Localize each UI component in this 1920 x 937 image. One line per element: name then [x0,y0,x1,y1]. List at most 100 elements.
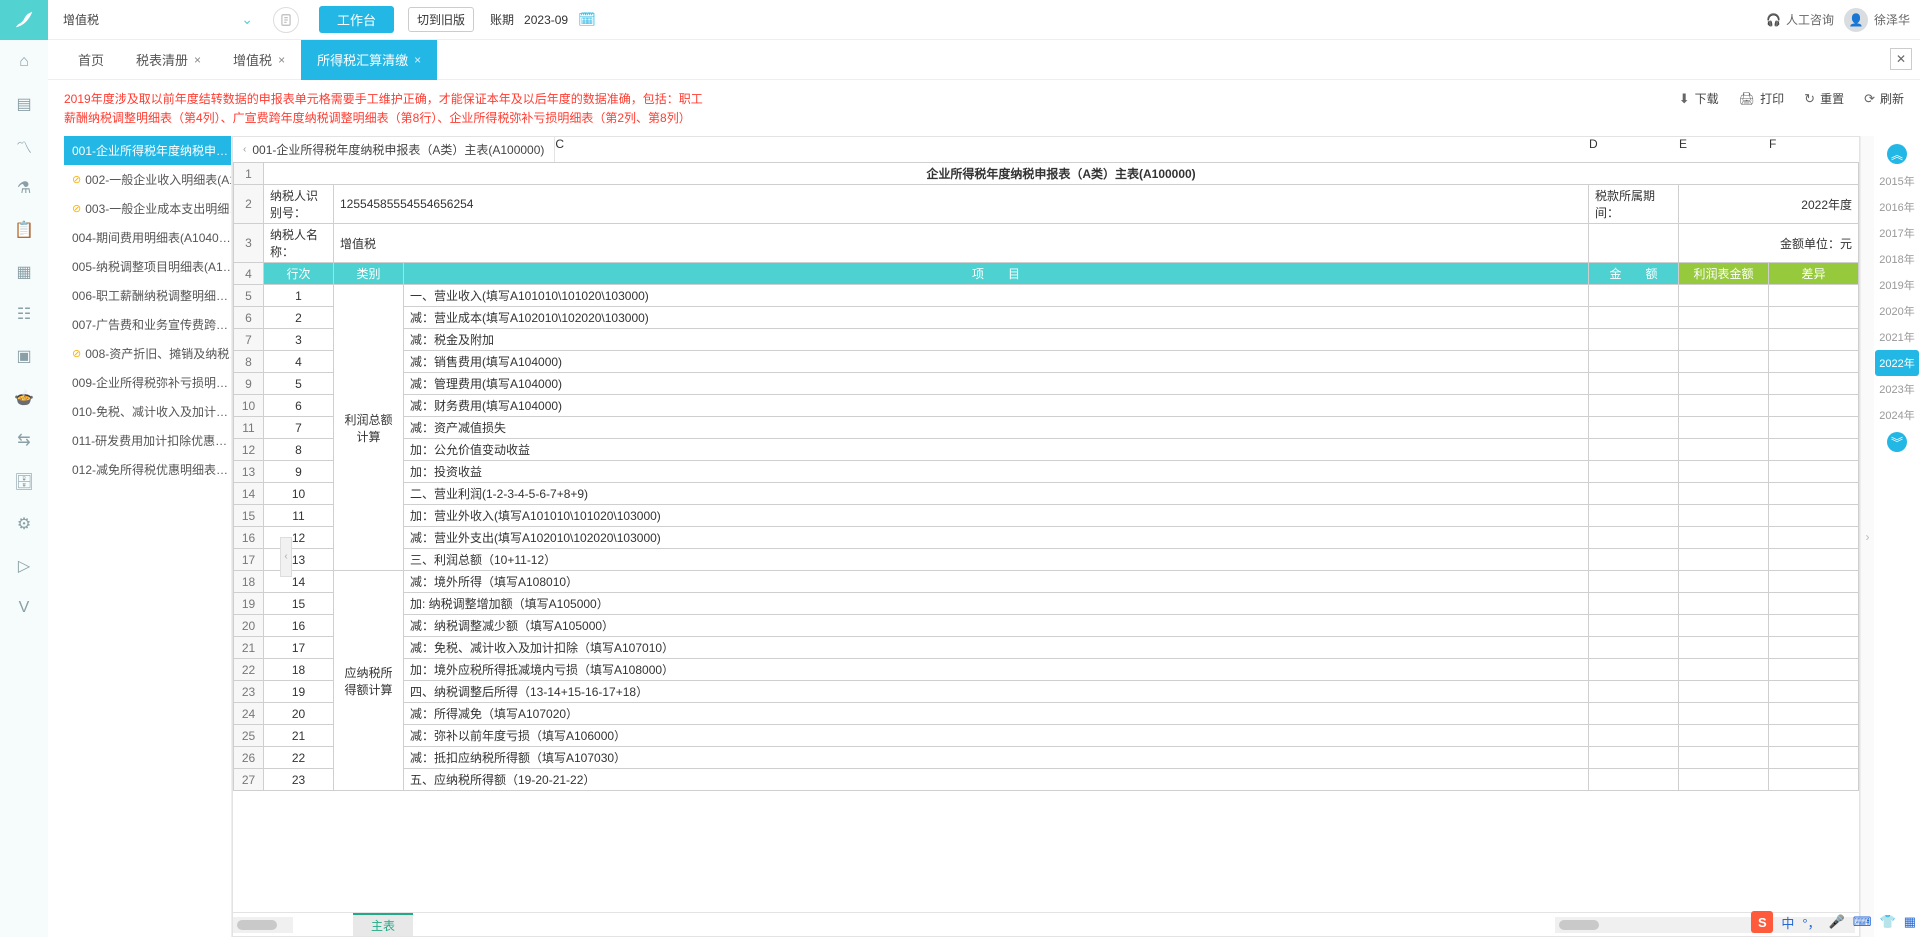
year-2015年[interactable]: 2015年 [1875,168,1918,194]
cell-diff[interactable] [1769,351,1859,373]
cell-pl-amount[interactable] [1679,373,1769,395]
cell-diff[interactable] [1769,395,1859,417]
nav-doc-icon[interactable]: ☷ [12,302,36,326]
year-2023年[interactable]: 2023年 [1875,376,1918,402]
cell-pl-amount[interactable] [1679,307,1769,329]
form-list-item-4[interactable]: 005-纳税调整项目明细表(A1… [64,252,231,281]
cell-pl-amount[interactable] [1679,439,1769,461]
cell-amount[interactable] [1589,681,1679,703]
cell-amount[interactable] [1589,703,1679,725]
cell-diff[interactable] [1769,703,1859,725]
sheet-right-collapse[interactable]: › [1860,136,1874,937]
year-2021年[interactable]: 2021年 [1875,324,1918,350]
tab-close-icon[interactable]: × [278,53,285,67]
ime-toolbox-icon[interactable]: ▦ [1904,914,1916,930]
cell-pl-amount[interactable] [1679,351,1769,373]
cell-pl-amount[interactable] [1679,483,1769,505]
cell-amount[interactable] [1589,461,1679,483]
form-list-item-11[interactable]: 012-减免所得税优惠明细表… [64,455,231,484]
cell-pl-amount[interactable] [1679,329,1769,351]
tab-0[interactable]: 首页 [62,40,120,80]
nav-grid-icon[interactable]: ▦ [12,260,36,284]
ime-logo-icon[interactable]: S [1751,911,1773,933]
entity-selector[interactable]: 增值税 ⌄ [63,11,253,28]
app-logo[interactable] [0,0,48,40]
cell-pl-amount[interactable] [1679,395,1769,417]
cell-pl-amount[interactable] [1679,549,1769,571]
cell-amount[interactable] [1589,307,1679,329]
cell-pl-amount[interactable] [1679,527,1769,549]
form-list-item-8[interactable]: 009-企业所得税弥补亏损明… [64,368,231,397]
ime-keyboard-icon[interactable]: ⌨ [1853,914,1872,930]
tab-2[interactable]: 增值税× [217,40,301,80]
cell-pl-amount[interactable] [1679,637,1769,659]
cell-diff[interactable] [1769,659,1859,681]
hscroll-left[interactable] [233,917,293,933]
cell-diff[interactable] [1769,549,1859,571]
form-list-collapse-button[interactable]: ‹ [280,537,292,577]
tab-1[interactable]: 税表清册× [120,40,217,80]
cell-pl-amount[interactable] [1679,769,1769,791]
nav-screen-icon[interactable]: ▣ [12,344,36,368]
cell-amount[interactable] [1589,725,1679,747]
cell-amount[interactable] [1589,747,1679,769]
cell-pl-amount[interactable] [1679,417,1769,439]
cell-pl-amount[interactable] [1679,461,1769,483]
cell-amount[interactable] [1589,417,1679,439]
consult-link[interactable]: 🎧 人工咨询 [1766,11,1834,28]
reset-button[interactable]: ↻重置 [1804,90,1844,107]
nav-soup-icon[interactable]: 🍲 [12,386,36,410]
cell-amount[interactable] [1589,483,1679,505]
workbench-button[interactable]: 工作台 [319,6,394,33]
sheet-path-tab[interactable]: 001-企业所得税年度纳税申报表（A类）主表(A100000) [252,141,544,158]
cell-diff[interactable] [1769,527,1859,549]
cell-amount[interactable] [1589,395,1679,417]
download-button[interactable]: ⬇下载 [1679,90,1719,107]
print-button[interactable]: 🖨打印 [1739,90,1785,107]
period-picker[interactable]: 账期 2023-09 🗓 [490,11,596,28]
switch-old-button[interactable]: 切到旧版 [408,7,474,32]
nav-drawer-icon[interactable]: 🗄 [12,470,36,494]
refresh-button[interactable]: ⟳刷新 [1864,90,1904,107]
cell-diff[interactable] [1769,329,1859,351]
nav-ledger-icon[interactable]: ▤ [12,92,36,116]
year-up-button[interactable]: ︽ [1887,144,1907,164]
tab-3[interactable]: 所得税汇算清缴× [301,40,437,80]
cell-pl-amount[interactable] [1679,505,1769,527]
cell-amount[interactable] [1589,637,1679,659]
nav-bag-icon[interactable]: ⚗ [12,176,36,200]
nav-chart-icon[interactable]: 〽 [12,134,36,158]
year-2017年[interactable]: 2017年 [1875,220,1918,246]
cell-pl-amount[interactable] [1679,725,1769,747]
cell-diff[interactable] [1769,505,1859,527]
cell-amount[interactable] [1589,373,1679,395]
cell-pl-amount[interactable] [1679,285,1769,307]
form-list-item-3[interactable]: 004-期间费用明细表(A1040… [64,223,231,252]
cell-diff[interactable] [1769,615,1859,637]
cell-amount[interactable] [1589,571,1679,593]
nav-clipboard-icon[interactable]: 📋 [12,218,36,242]
form-list-item-7[interactable]: ⊘008-资产折旧、摊销及纳税… [64,339,231,368]
cell-diff[interactable] [1769,637,1859,659]
ime-mic-icon[interactable]: 🎤 [1829,914,1845,930]
cell-amount[interactable] [1589,769,1679,791]
cell-amount[interactable] [1589,549,1679,571]
cell-amount[interactable] [1589,593,1679,615]
cell-diff[interactable] [1769,769,1859,791]
form-list-item-5[interactable]: 006-职工薪酬纳税调整明细… [64,281,231,310]
year-2020年[interactable]: 2020年 [1875,298,1918,324]
cell-amount[interactable] [1589,615,1679,637]
cell-pl-amount[interactable] [1679,747,1769,769]
tabs-close-all-button[interactable]: ✕ [1890,48,1912,70]
cell-amount[interactable] [1589,505,1679,527]
cell-pl-amount[interactable] [1679,681,1769,703]
cell-diff[interactable] [1769,747,1859,769]
cell-diff[interactable] [1769,307,1859,329]
cell-diff[interactable] [1769,373,1859,395]
ime-punct-icon[interactable]: °， [1802,913,1820,932]
year-2019年[interactable]: 2019年 [1875,272,1918,298]
tab-close-icon[interactable]: × [414,53,421,67]
cell-amount[interactable] [1589,329,1679,351]
form-list-item-2[interactable]: ⊘003-一般企业成本支出明细… [64,194,231,223]
user-area[interactable]: 👤 徐泽华 [1844,8,1910,32]
